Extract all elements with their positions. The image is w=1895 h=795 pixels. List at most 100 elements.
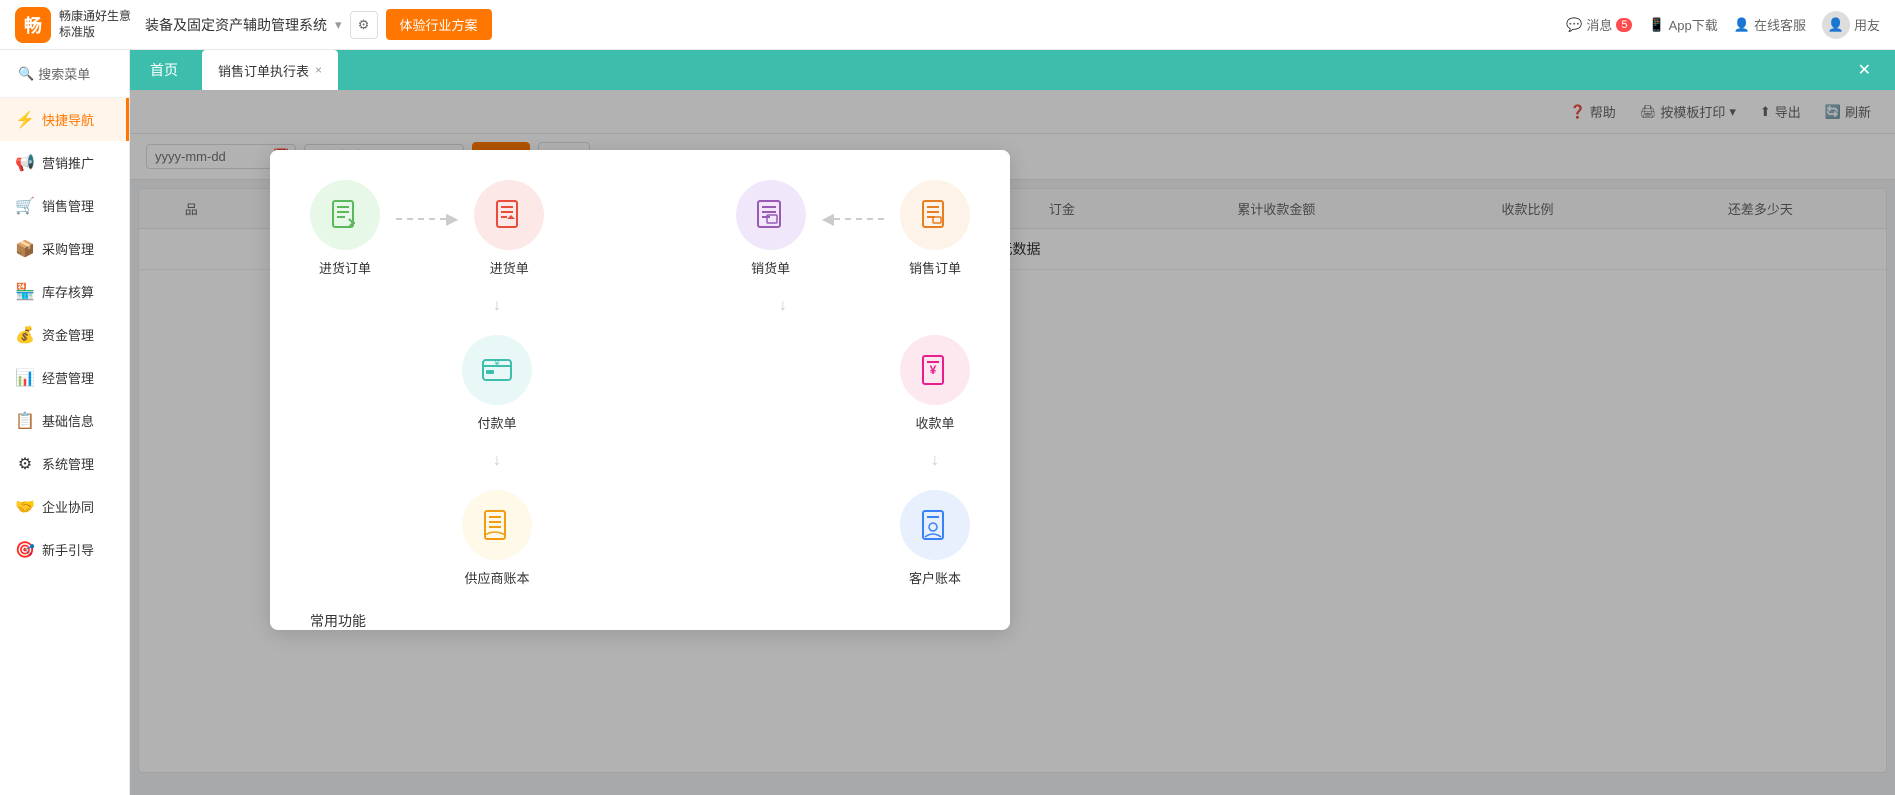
finance-icon: 💰 [16, 326, 34, 344]
sidebar: 🔍 搜索菜单 ⚡ 快捷导航 📢 营销推广 🛒 销售管理 📦 [0, 50, 130, 795]
wf-label-sales-bill: 销货单 [751, 258, 790, 277]
sidebar-nav: ⚡ 快捷导航 📢 营销推广 🛒 销售管理 📦 采购管理 🏪 库存核算 [0, 98, 129, 795]
wf-label-purchase-bill: 进货单 [490, 258, 529, 277]
basic-label: 基础信息 [42, 411, 94, 430]
sidebar-item-newbie[interactable]: 🎯 新手引导 [0, 528, 129, 571]
sidebar-item-inventory[interactable]: 🏪 库存核算 [0, 270, 129, 313]
system-title-area: 装备及固定资产辅助管理系统 ▾ ⚙ 体验行业方案 [145, 9, 1566, 40]
svg-text:¥: ¥ [493, 359, 500, 370]
sidebar-item-system[interactable]: ⚙ 系统管理 [0, 442, 129, 485]
wf-circle-sales-bill [736, 180, 806, 250]
purchase-label: 采购管理 [42, 239, 94, 258]
top-bar: 畅 畅康通好生意 标准版 装备及固定资产辅助管理系统 ▾ ⚙ 体验行业方案 💬 … [0, 0, 1895, 50]
tab-bar-right: ✕ [1850, 60, 1895, 80]
wf-node-supplier-ledger[interactable]: 供应商账本 [462, 490, 532, 587]
service-icon: 👤 [1734, 17, 1750, 33]
wf-node-sales-bill[interactable]: 销货单 [736, 180, 806, 277]
app-download-button[interactable]: 📱 App下载 [1648, 15, 1717, 34]
operations-label: 经营管理 [42, 368, 94, 387]
app-wrapper: 畅 畅康通好生意 标准版 装备及固定资产辅助管理系统 ▾ ⚙ 体验行业方案 💬 … [0, 0, 1895, 795]
sales-icon: 🛒 [16, 197, 34, 215]
tab-close-icon[interactable]: × [315, 63, 322, 77]
workflow-arrows-row: ↓ ↓ [310, 297, 970, 315]
wf-node-customer-ledger[interactable]: 客户账本 [900, 490, 970, 587]
wf-label-receipt: 收款单 [915, 413, 954, 432]
inventory-icon: 🏪 [16, 283, 34, 301]
wf-circle-payment: ¥ [462, 335, 532, 405]
tab-sales-order[interactable]: 销售订单执行表 × [202, 50, 338, 90]
svg-text:¥: ¥ [930, 363, 937, 377]
sidebar-item-sales[interactable]: 🛒 销售管理 [0, 184, 129, 227]
modal-overlay: 进货订单 ▶ [130, 90, 1895, 795]
logo-area: 畅 畅康通好生意 标准版 [15, 7, 135, 43]
wf-label-customer-ledger: 客户账本 [909, 568, 961, 587]
tab-bar: 首页 销售订单执行表 × ✕ [130, 50, 1895, 90]
avatar: 👤 [1822, 11, 1850, 39]
message-badge: 5 [1616, 18, 1632, 32]
tab-sales-order-label: 销售订单执行表 [218, 61, 309, 80]
message-icon: 💬 [1566, 17, 1582, 33]
main-content: ❓ 帮助 🖨 按模板打印 ▾ ⬆ 导出 🔄 刷新 [130, 90, 1895, 795]
marketing-icon: 📢 [16, 154, 34, 172]
wf-circle-purchase-order [310, 180, 380, 250]
sidebar-item-finance[interactable]: 💰 资金管理 [0, 313, 129, 356]
content-area: 首页 销售订单执行表 × ✕ ❓ 帮助 [130, 50, 1895, 795]
wf-node-payment[interactable]: ¥ 付款单 [462, 335, 532, 432]
wf-label-payment: 付款单 [477, 413, 516, 432]
wf-circle-customer-ledger [900, 490, 970, 560]
wf-label-sales-order: 销售订单 [909, 258, 961, 277]
wf-node-purchase-bill[interactable]: 进货单 [474, 180, 544, 277]
search-menu-button[interactable]: 🔍 搜索菜单 [10, 60, 119, 87]
system-label: 系统管理 [42, 454, 94, 473]
app-label: App下载 [1669, 15, 1718, 34]
sidebar-item-quick-nav[interactable]: ⚡ 快捷导航 [0, 98, 129, 141]
main-area: 🔍 搜索菜单 ⚡ 快捷导航 📢 营销推广 🛒 销售管理 📦 [0, 50, 1895, 795]
basic-icon: 📋 [16, 412, 34, 430]
top-right-area: 💬 消息 5 📱 App下载 👤 在线客服 👤 用友 [1566, 11, 1880, 39]
experience-button[interactable]: 体验行业方案 [386, 9, 492, 40]
gear-button[interactable]: ⚙ [350, 11, 378, 39]
newbie-label: 新手引导 [42, 540, 94, 559]
user-area[interactable]: 👤 用友 [1822, 11, 1880, 39]
wf-node-receipt[interactable]: ¥ 收款单 [900, 335, 970, 432]
logo-icon: 畅 [15, 7, 51, 43]
marketing-label: 营销推广 [42, 153, 94, 172]
enterprise-label: 企业协同 [42, 497, 94, 516]
dropdown-icon[interactable]: ▾ [335, 17, 342, 33]
search-icon: 🔍 [18, 66, 34, 82]
search-label: 搜索菜单 [38, 64, 90, 83]
workflow-arrows-row-2: ↓ ↓ [310, 452, 970, 470]
common-functions-section: 常用功能 商品 往来单位 现存量(库存状况表) 现存量(库存分布表) 销售毛利分… [310, 611, 970, 630]
message-button[interactable]: 💬 消息 5 [1566, 15, 1632, 34]
workflow-row-3: 供应商账本 客户账本 [310, 490, 970, 587]
workflow-diagram: 进货订单 ▶ [310, 180, 970, 587]
window-close-button[interactable]: ✕ [1850, 58, 1879, 83]
operations-icon: 📊 [16, 369, 34, 387]
sidebar-item-purchase[interactable]: 📦 采购管理 [0, 227, 129, 270]
wf-node-sales-order[interactable]: 销售订单 [900, 180, 970, 277]
tab-home[interactable]: 首页 [130, 50, 198, 90]
arrow-left-1: ◀ [822, 209, 884, 229]
modal-box: 进货订单 ▶ [270, 150, 1010, 630]
sidebar-item-operations[interactable]: 📊 经营管理 [0, 356, 129, 399]
message-label: 消息 [1586, 15, 1612, 34]
sidebar-search[interactable]: 🔍 搜索菜单 [0, 50, 129, 98]
user-name: 用友 [1854, 15, 1880, 34]
finance-label: 资金管理 [42, 325, 94, 344]
wf-circle-receipt: ¥ [900, 335, 970, 405]
enterprise-icon: 🤝 [16, 498, 34, 516]
arrow-right-1: ▶ [396, 209, 458, 229]
sidebar-item-marketing[interactable]: 📢 营销推广 [0, 141, 129, 184]
wf-node-purchase-order[interactable]: 进货订单 [310, 180, 380, 277]
wf-label-supplier-ledger: 供应商账本 [464, 568, 529, 587]
wf-label-purchase-order: 进货订单 [319, 258, 371, 277]
common-func-title: 常用功能 [310, 611, 970, 630]
system-icon: ⚙ [16, 455, 34, 473]
sidebar-item-enterprise[interactable]: 🤝 企业协同 [0, 485, 129, 528]
sidebar-item-basic[interactable]: 📋 基础信息 [0, 399, 129, 442]
workflow-row-2: ¥ 付款单 ¥ 收款单 [310, 335, 970, 432]
sales-label: 销售管理 [42, 196, 94, 215]
logo-text: 畅康通好生意 标准版 [59, 9, 131, 40]
online-service-button[interactable]: 👤 在线客服 [1734, 15, 1806, 34]
wf-circle-sales-order [900, 180, 970, 250]
